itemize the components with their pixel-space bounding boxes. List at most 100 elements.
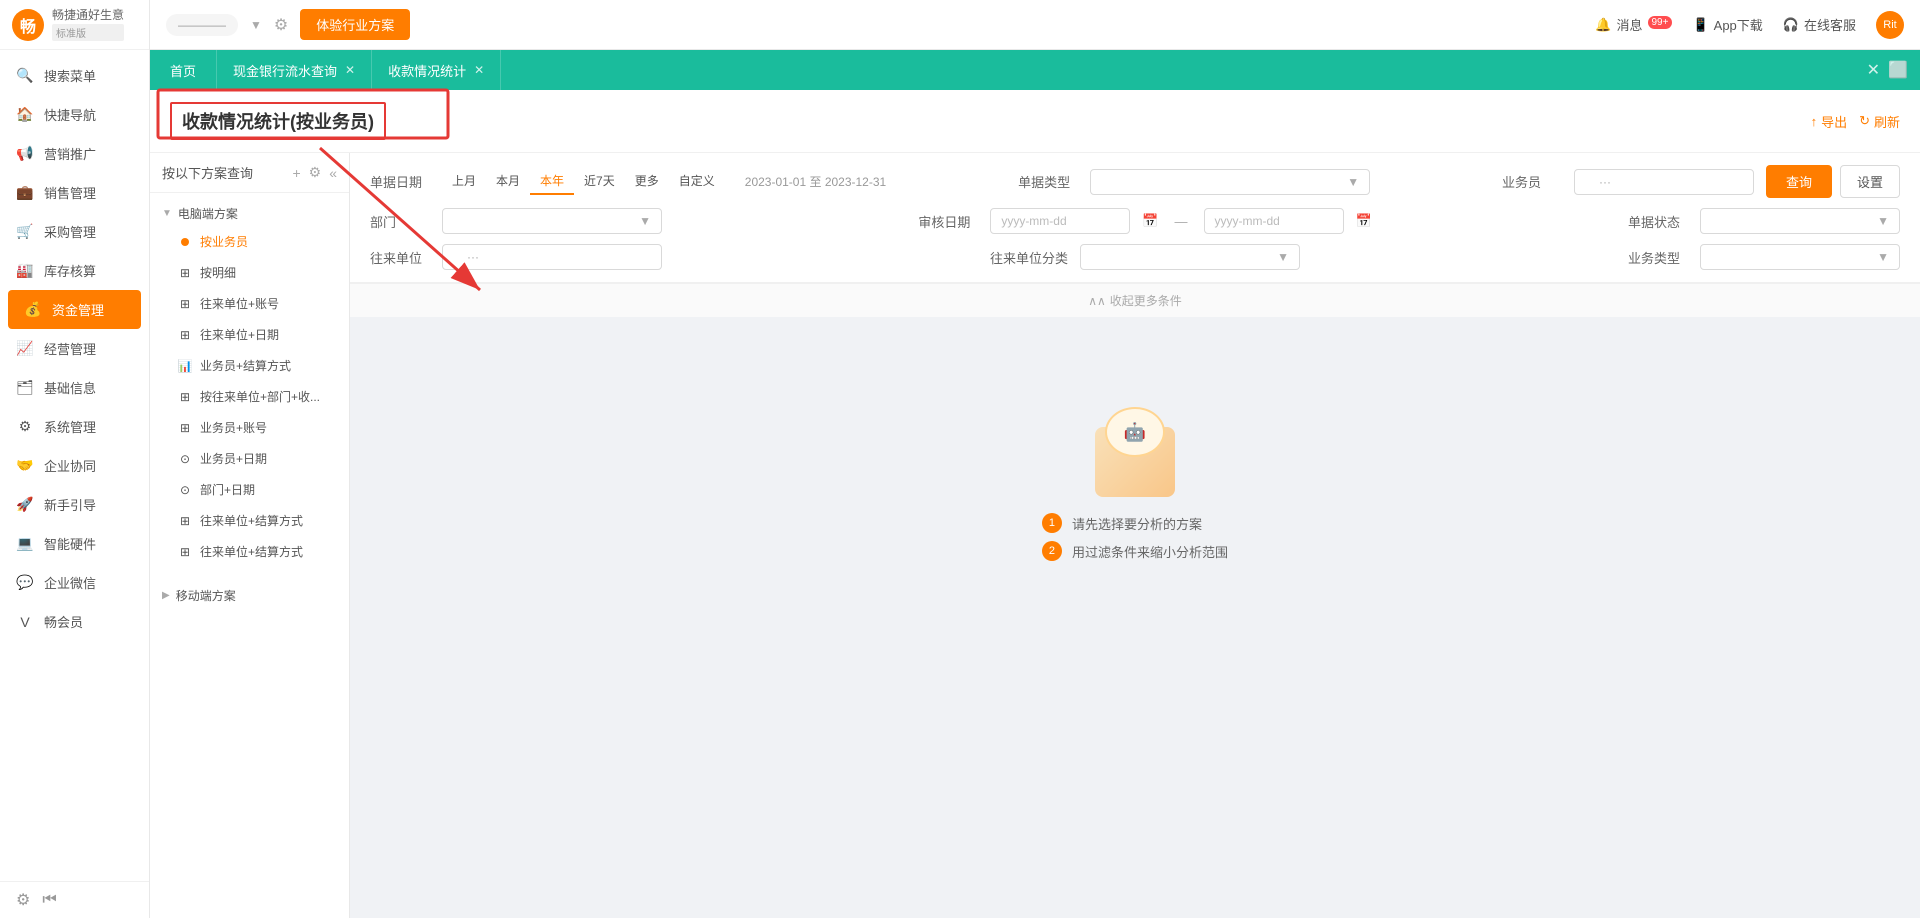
panel-item-pde-icon: ⊞: [178, 390, 192, 404]
partner-select[interactable]: ···: [442, 244, 662, 270]
doc-status-select[interactable]: ▼: [1700, 208, 1900, 234]
panel-item-partner-settle2[interactable]: ⊞ 往来单位+结算方式: [150, 536, 349, 567]
empty-state: 🤖 1 请先选择要分析的方案 2 用过滤条件来缩小分析范围: [350, 317, 1920, 918]
empty-step-1: 1 请先选择要分析的方案: [1042, 513, 1228, 533]
preset-this-month[interactable]: 本月: [486, 168, 530, 195]
panel-item-partner-dept[interactable]: ⊞ 按往来单位+部门+收...: [150, 381, 349, 412]
audit-date-from[interactable]: yyyy-mm-dd: [990, 208, 1130, 234]
panel-item-detail-icon: ⊞: [178, 266, 192, 280]
empty-face: 🤖: [1105, 407, 1165, 457]
sidebar-item-wechat[interactable]: 💬 企业微信: [0, 563, 149, 602]
sidebar-item-basic[interactable]: 🗂 基础信息: [0, 368, 149, 407]
collapse-label: 收起更多条件: [1110, 292, 1182, 309]
refresh-button[interactable]: ↻ 刷新: [1859, 112, 1900, 131]
sidebar-item-finance[interactable]: 💰 资金管理: [8, 290, 141, 329]
biz-type-select[interactable]: ▼: [1700, 244, 1900, 270]
sidebar-item-quicknav[interactable]: 🏠 快捷导航: [0, 95, 149, 134]
app-logo: 畅 畅捷通好生意 标准版: [0, 0, 149, 50]
tab-home[interactable]: 首页: [150, 50, 217, 90]
filter-row-dept: 部门 ▼ 审核日期 yyyy-mm-dd 📅 — yyy: [370, 208, 1900, 234]
notif-label: 消息: [1616, 15, 1642, 34]
tab-collection-close[interactable]: ✕: [474, 63, 484, 77]
sidebar-item-guide[interactable]: 🚀 新手引导: [0, 485, 149, 524]
sidebar-item-enterprise[interactable]: 🤝 企业协同: [0, 446, 149, 485]
preset-this-year[interactable]: 本年: [530, 168, 574, 195]
sidebar-item-operation[interactable]: 📈 经营管理: [0, 329, 149, 368]
tab-bank[interactable]: 现金银行流水查询 ✕: [217, 50, 372, 90]
tab-bank-close[interactable]: ✕: [345, 63, 355, 77]
doc-type-select[interactable]: ▼: [1090, 169, 1370, 195]
service-icon: 🎧: [1783, 17, 1799, 33]
panel-mobile-label: 移动端方案: [176, 587, 236, 604]
audit-date-label: 审核日期: [918, 212, 978, 231]
panel-item-dept-date[interactable]: ⊙ 部门+日期: [150, 474, 349, 505]
notif-badge: 99+: [1648, 16, 1673, 29]
window-buttons: ✕ ⬜: [1855, 60, 1920, 80]
audit-to-placeholder: yyyy-mm-dd: [1215, 214, 1280, 228]
sidebar-item-sales[interactable]: 💼 销售管理: [0, 173, 149, 212]
dept-select[interactable]: ▼: [442, 208, 662, 234]
close-window-icon[interactable]: ✕: [1867, 60, 1880, 80]
panel-item-partner-date[interactable]: ⊞ 往来单位+日期: [150, 319, 349, 350]
settings-button[interactable]: 设置: [1840, 165, 1900, 198]
tab-collection[interactable]: 收款情况统计 ✕: [372, 50, 501, 90]
sidebar-item-marketing[interactable]: 📢 营销推广: [0, 134, 149, 173]
panel-item-salesman[interactable]: 按业务员: [150, 226, 349, 257]
panel-item-salesman-account[interactable]: ⊞ 业务员+账号: [150, 412, 349, 443]
export-button[interactable]: ↑ 导出: [1811, 112, 1848, 131]
sidebar-item-system[interactable]: ⚙ 系统管理: [0, 407, 149, 446]
audit-calendar-from[interactable]: 📅: [1142, 213, 1158, 229]
panel-settings-icon[interactable]: ⚙: [309, 164, 322, 181]
tab-collection-label: 收款情况统计: [388, 61, 466, 80]
collapse-footer-icon[interactable]: ⏮: [42, 891, 56, 909]
panel-mobile-header[interactable]: ▶ 移动端方案: [150, 583, 349, 608]
sidebar-footer: ⚙ ⏮: [0, 881, 149, 918]
sidebar-item-hardware[interactable]: 💻 智能硬件: [0, 524, 149, 563]
user-avatar[interactable]: Rit: [1876, 11, 1904, 39]
logo-icon: 畅: [12, 9, 44, 41]
salesman-select[interactable]: ···: [1574, 169, 1754, 195]
user-text: Rit: [1883, 19, 1896, 31]
panel-add-icon[interactable]: +: [292, 165, 300, 181]
sidebar-item-search[interactable]: 🔍 搜索菜单: [0, 56, 149, 95]
audit-calendar-to[interactable]: 📅: [1356, 213, 1372, 229]
preset-more[interactable]: 更多: [625, 168, 669, 195]
audit-from-placeholder: yyyy-mm-dd: [1001, 214, 1066, 228]
panel-desktop-label: 电脑端方案: [178, 205, 238, 222]
panel-collapse-icon[interactable]: «: [329, 165, 337, 181]
panel-item-partner-settle1[interactable]: ⊞ 往来单位+结算方式: [150, 505, 349, 536]
panel-item-ps2-icon: ⊞: [178, 545, 192, 559]
trial-button[interactable]: 体验行业方案: [300, 9, 410, 40]
panel-item-detail[interactable]: ⊞ 按明细: [150, 257, 349, 288]
panel-item-salesman-settle[interactable]: 📊 业务员+结算方式: [150, 350, 349, 381]
settings-footer-icon[interactable]: ⚙: [16, 890, 30, 910]
panel-item-salesman-date[interactable]: ⊙ 业务员+日期: [150, 443, 349, 474]
partner-category-select[interactable]: ▼: [1080, 244, 1300, 270]
dept-label: 部门: [370, 212, 430, 231]
app-download-item[interactable]: 📱 App下载: [1692, 15, 1762, 34]
sidebar-item-inventory[interactable]: 🏭 库存核算: [0, 251, 149, 290]
sidebar-item-quicknav-label: 快捷导航: [44, 105, 96, 124]
notification-item[interactable]: 🔔 消息 99+: [1595, 15, 1672, 34]
audit-date-to[interactable]: yyyy-mm-dd: [1204, 208, 1344, 234]
preset-custom[interactable]: 自定义: [669, 168, 725, 195]
query-button[interactable]: 查询: [1766, 165, 1832, 198]
online-service-item[interactable]: 🎧 在线客服: [1783, 15, 1856, 34]
partner-more-icon[interactable]: ···: [461, 250, 485, 264]
panel-item-salesman-label: 按业务员: [200, 233, 248, 250]
salesman-label: 业务员: [1502, 172, 1562, 191]
header-gear-icon[interactable]: ⚙: [274, 15, 288, 35]
preset-last-month[interactable]: 上月: [442, 168, 486, 195]
doc-status-label: 单据状态: [1628, 212, 1688, 231]
preset-7days[interactable]: 近7天: [574, 168, 625, 195]
step-1-label: 请先选择要分析的方案: [1072, 514, 1202, 533]
maximize-icon[interactable]: ⬜: [1888, 60, 1908, 80]
sidebar-item-member[interactable]: V 畅会员: [0, 602, 149, 641]
sidebar-item-system-label: 系统管理: [44, 417, 96, 436]
collapse-bar[interactable]: ∧∧ 收起更多条件: [350, 283, 1920, 317]
salesman-more[interactable]: ···: [1593, 175, 1617, 189]
panel-desktop-header[interactable]: ▼ 电脑端方案: [150, 201, 349, 226]
panel-item-partner-account[interactable]: ⊞ 往来单位+账号: [150, 288, 349, 319]
breadcrumb-dropdown[interactable]: ▼: [250, 18, 262, 32]
sidebar-item-purchase[interactable]: 🛒 采购管理: [0, 212, 149, 251]
